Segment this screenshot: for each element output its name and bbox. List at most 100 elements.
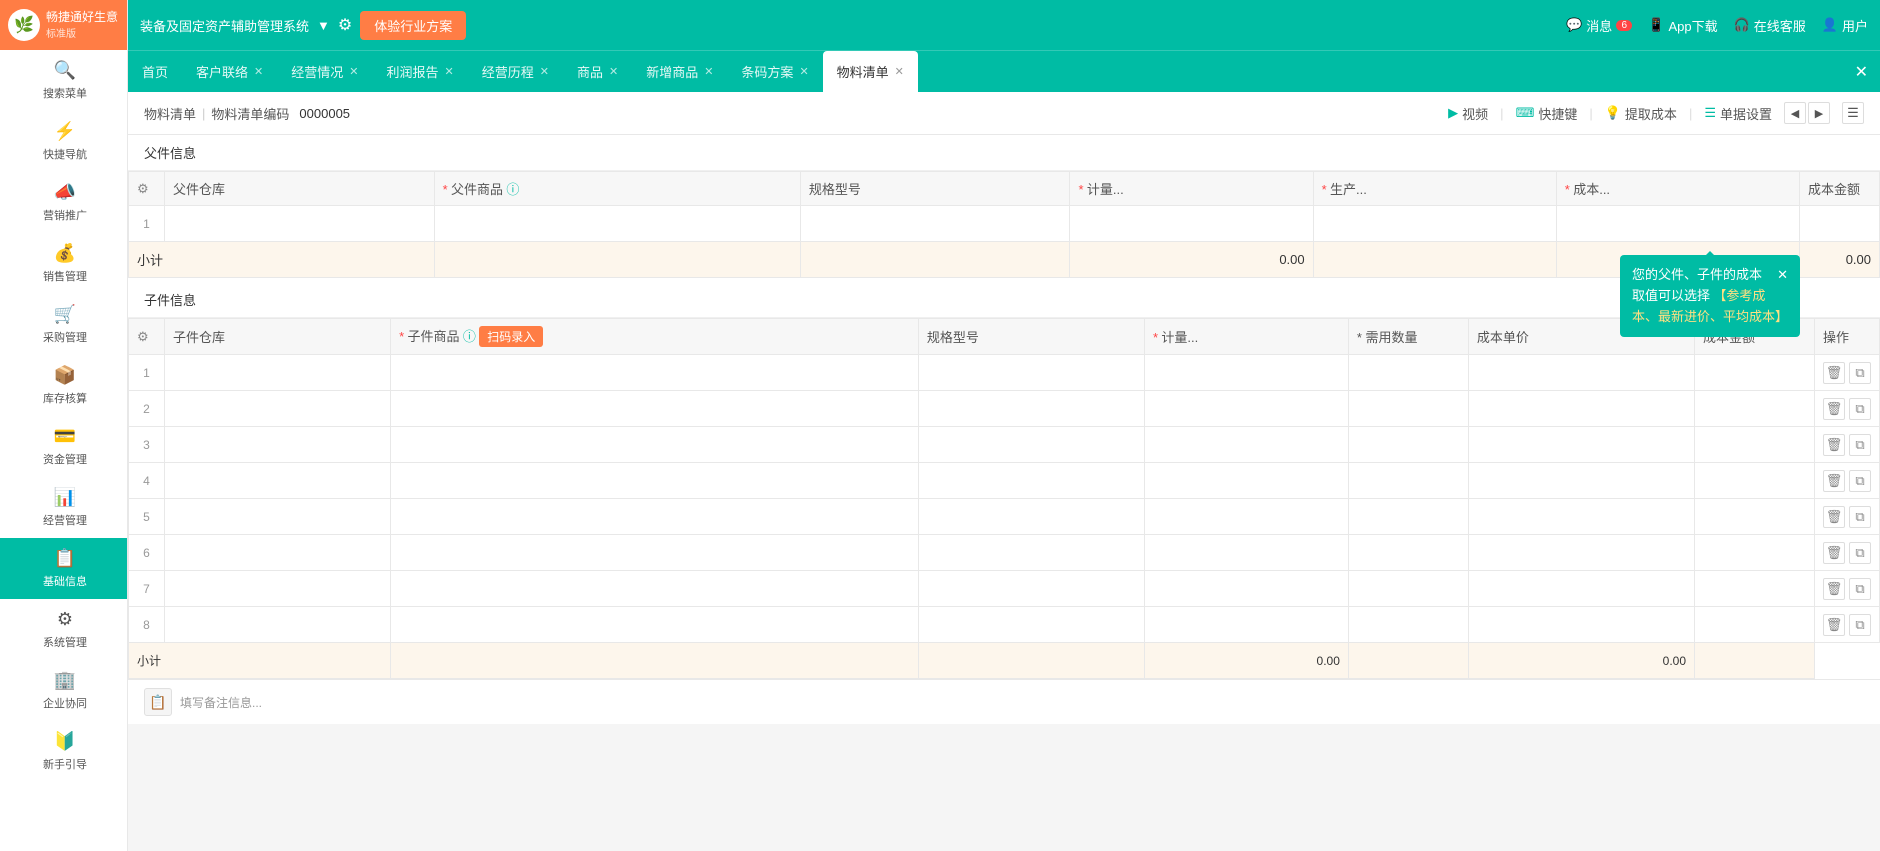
child-row-8-quantity[interactable] xyxy=(1348,607,1468,643)
tab-products[interactable]: 商品 ✕ xyxy=(563,51,632,92)
child-row-5-warehouse[interactable] xyxy=(165,499,391,535)
child-row-8-unit-price[interactable] xyxy=(1468,607,1694,643)
close-all-tabs-btn[interactable]: ✕ xyxy=(1843,62,1880,82)
user-btn[interactable]: 👤 用户 xyxy=(1822,16,1868,35)
child-row-8-spec[interactable] xyxy=(918,607,1144,643)
child-row-3-quantity[interactable] xyxy=(1348,427,1468,463)
child-row-6-product[interactable] xyxy=(391,535,919,571)
tab-profit-close[interactable]: ✕ xyxy=(445,65,454,78)
child-row-7-unit-price[interactable] xyxy=(1468,571,1694,607)
child-row-5-spec[interactable] xyxy=(918,499,1144,535)
sidebar-item-purchase[interactable]: 🛒 采购管理 xyxy=(0,294,127,355)
tab-barcode-close[interactable]: ✕ xyxy=(799,65,808,78)
sidebar-item-search[interactable]: 🔍 搜索菜单 xyxy=(0,50,127,111)
child-col-settings[interactable]: ⚙ xyxy=(129,319,165,355)
child-row-5-quantity[interactable] xyxy=(1348,499,1468,535)
sidebar-item-sales[interactable]: 💰 销售管理 xyxy=(0,233,127,294)
sidebar-item-operations[interactable]: 📊 经营管理 xyxy=(0,477,127,538)
child-row-8-warehouse[interactable] xyxy=(165,607,391,643)
delete-btn-1[interactable]: 🗑 xyxy=(1823,362,1845,384)
copy-btn-1[interactable]: ⧉ xyxy=(1849,362,1871,384)
nav-next-btn[interactable]: ▶ xyxy=(1808,102,1830,124)
sidebar-item-quick-nav[interactable]: ⚡ 快捷导航 xyxy=(0,111,127,172)
delete-btn-5[interactable]: 🗑 xyxy=(1823,506,1845,528)
child-row-8-product[interactable] xyxy=(391,607,919,643)
parent-row-1-warehouse[interactable] xyxy=(165,206,435,242)
app-download-btn[interactable]: 📱 App下载 xyxy=(1648,16,1717,35)
notes-icon-btn[interactable]: 📋 xyxy=(144,688,172,716)
child-row-7-product[interactable] xyxy=(391,571,919,607)
copy-btn-5[interactable]: ⧉ xyxy=(1849,506,1871,528)
child-row-2-warehouse[interactable] xyxy=(165,391,391,427)
copy-btn-7[interactable]: ⧉ xyxy=(1849,578,1871,600)
child-row-6-unit[interactable] xyxy=(1144,535,1348,571)
copy-btn-4[interactable]: ⧉ xyxy=(1849,470,1871,492)
parent-row-1-spec[interactable] xyxy=(800,206,1070,242)
sidebar-item-inventory[interactable]: 📦 库存核算 xyxy=(0,355,127,416)
child-row-7-quantity[interactable] xyxy=(1348,571,1468,607)
parent-row-1-product[interactable] xyxy=(434,206,800,242)
scan-btn[interactable]: 扫码录入 xyxy=(479,326,543,347)
parent-row-1-production[interactable] xyxy=(1313,206,1556,242)
sidebar-item-system[interactable]: ⚙ 系统管理 xyxy=(0,599,127,660)
tab-customers-close[interactable]: ✕ xyxy=(254,65,263,78)
sidebar-item-finance[interactable]: 💳 资金管理 xyxy=(0,416,127,477)
child-row-3-unit-price[interactable] xyxy=(1468,427,1694,463)
trial-btn[interactable]: 体验行业方案 xyxy=(360,11,466,40)
child-row-2-unit-price[interactable] xyxy=(1468,391,1694,427)
settings-icon[interactable]: ⚙ xyxy=(338,15,352,35)
child-row-6-spec[interactable] xyxy=(918,535,1144,571)
delete-btn-6[interactable]: 🗑 xyxy=(1823,542,1845,564)
tab-new-products-close[interactable]: ✕ xyxy=(704,65,713,78)
parent-col-settings[interactable]: ⚙ xyxy=(129,172,165,206)
copy-btn-2[interactable]: ⧉ xyxy=(1849,398,1871,420)
tab-new-products[interactable]: 新增商品 ✕ xyxy=(632,51,727,92)
child-row-6-quantity[interactable] xyxy=(1348,535,1468,571)
child-row-7-warehouse[interactable] xyxy=(165,571,391,607)
tab-barcode[interactable]: 条码方案 ✕ xyxy=(727,51,822,92)
child-row-2-spec[interactable] xyxy=(918,391,1144,427)
sidebar-item-marketing[interactable]: 📣 营销推广 xyxy=(0,172,127,233)
tab-bom-close[interactable]: ✕ xyxy=(895,65,904,78)
sidebar-item-enterprise[interactable]: 🏢 企业协同 xyxy=(0,660,127,721)
child-row-2-quantity[interactable] xyxy=(1348,391,1468,427)
tab-profit[interactable]: 利润报告 ✕ xyxy=(372,51,467,92)
extract-cost-btn[interactable]: 💡 提取成本 xyxy=(1605,104,1677,123)
tab-bom[interactable]: 物料清单 ✕ xyxy=(823,51,918,92)
child-row-4-spec[interactable] xyxy=(918,463,1144,499)
child-row-1-spec[interactable] xyxy=(918,355,1144,391)
sidebar-item-basic-info[interactable]: 📋 基础信息 xyxy=(0,538,127,599)
delete-btn-8[interactable]: 🗑 xyxy=(1823,614,1845,636)
child-row-7-unit[interactable] xyxy=(1144,571,1348,607)
child-row-2-product[interactable] xyxy=(391,391,919,427)
child-row-7-spec[interactable] xyxy=(918,571,1144,607)
child-row-1-quantity[interactable] xyxy=(1348,355,1468,391)
delete-btn-7[interactable]: 🗑 xyxy=(1823,578,1845,600)
delete-btn-2[interactable]: 🗑 xyxy=(1823,398,1845,420)
parent-row-1-cost[interactable] xyxy=(1556,206,1799,242)
child-row-3-spec[interactable] xyxy=(918,427,1144,463)
parent-row-1-unit[interactable] xyxy=(1070,206,1313,242)
copy-btn-3[interactable]: ⧉ xyxy=(1849,434,1871,456)
child-row-5-unit-price[interactable] xyxy=(1468,499,1694,535)
child-row-4-unit-price[interactable] xyxy=(1468,463,1694,499)
delete-btn-4[interactable]: 🗑 xyxy=(1823,470,1845,492)
child-row-1-product[interactable] xyxy=(391,355,919,391)
col-settings-icon[interactable]: ⚙ xyxy=(137,181,149,196)
child-row-8-unit[interactable] xyxy=(1144,607,1348,643)
tooltip-close-btn[interactable]: ✕ xyxy=(1777,265,1788,286)
single-settings-btn[interactable]: ☰ 单据设置 xyxy=(1704,104,1772,123)
child-row-4-unit[interactable] xyxy=(1144,463,1348,499)
child-row-6-warehouse[interactable] xyxy=(165,535,391,571)
tab-operations[interactable]: 经营情况 ✕ xyxy=(277,51,372,92)
sidebar-item-guide[interactable]: 🔰 新手引导 xyxy=(0,721,127,782)
child-row-3-unit[interactable] xyxy=(1144,427,1348,463)
child-col-settings-icon[interactable]: ⚙ xyxy=(137,329,149,344)
tab-home[interactable]: 首页 xyxy=(128,51,182,92)
child-row-5-product[interactable] xyxy=(391,499,919,535)
grid-view-btn[interactable]: ☰ xyxy=(1842,102,1864,124)
shortcut-btn[interactable]: ⌨ 快捷键 xyxy=(1516,104,1578,123)
child-row-5-unit[interactable] xyxy=(1144,499,1348,535)
delete-btn-3[interactable]: 🗑 xyxy=(1823,434,1845,456)
online-service-btn[interactable]: 🎧 在线客服 xyxy=(1734,16,1806,35)
